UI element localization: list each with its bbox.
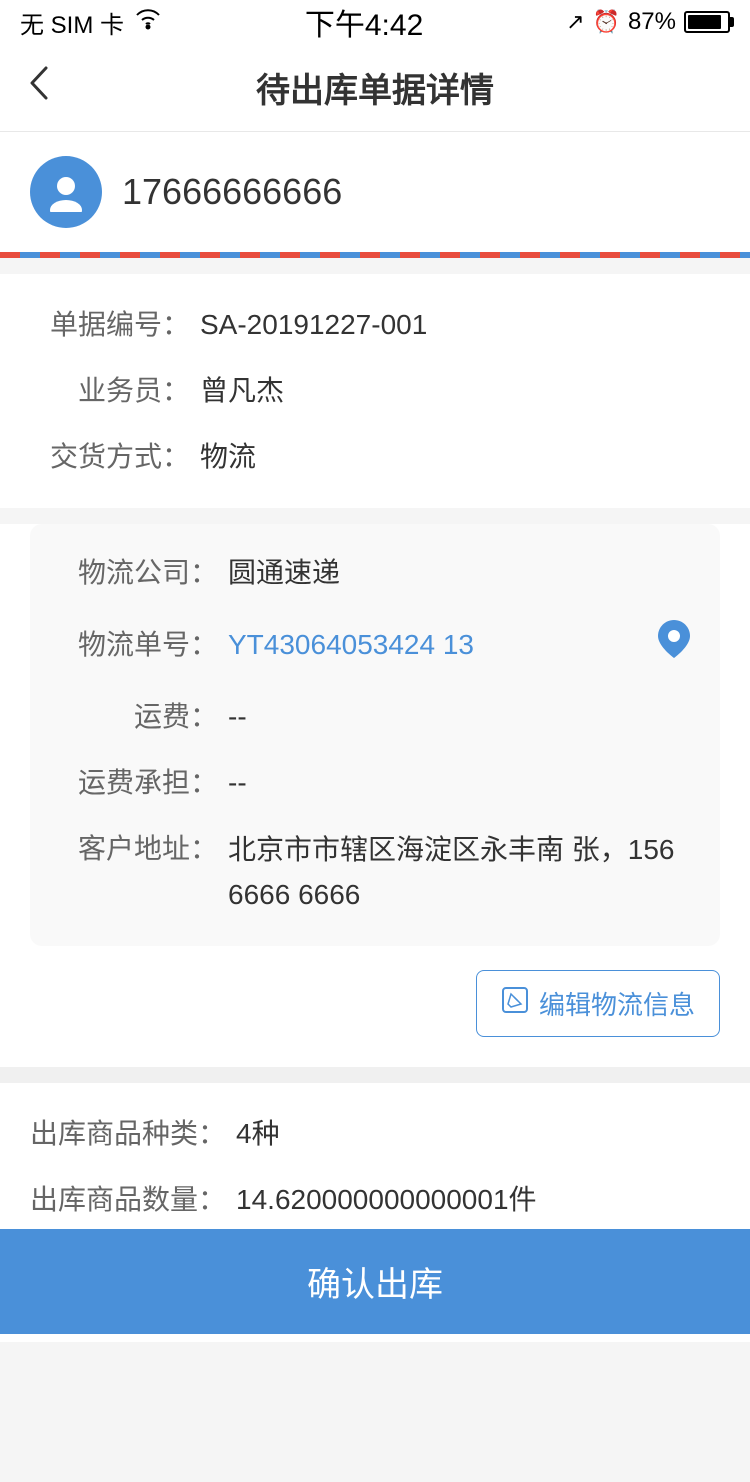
confirm-area: 确认出库 [0, 1229, 750, 1334]
edit-logistics-button[interactable]: 编辑物流信息 [476, 970, 720, 1037]
delivery-label: 交货方式： [30, 436, 190, 478]
address-label: 客户地址： [58, 828, 218, 870]
freight-bear-label: 运费承担： [58, 762, 218, 804]
location-icon: ↗ [566, 9, 584, 35]
user-header: 17666666666 [0, 132, 750, 252]
category-label: 出库商品种类： [30, 1113, 226, 1155]
back-button[interactable] [28, 64, 50, 111]
address-value: 北京市市辖区海淀区永丰南 张，156 6666 6666 [228, 828, 692, 918]
delivery-value: 物流 [200, 436, 720, 478]
confirm-button[interactable]: 确认出库 [0, 1257, 750, 1306]
battery-icon [684, 11, 730, 33]
edit-action-row: 编辑物流信息 [30, 946, 720, 1037]
document-row: 单据编号： SA-20191227-001 [30, 304, 720, 346]
company-value: 圆通速递 [228, 552, 692, 594]
logistics-section: 物流公司： 圆通速递 物流单号： YT43064053424 13 运费： --… [0, 524, 750, 1067]
quantity-row: 出库商品数量： 14.620000000000001件 [30, 1179, 720, 1221]
nav-bar: 待出库单据详情 [0, 44, 750, 132]
freight-value: -- [228, 696, 692, 738]
status-left: 无 SIM 卡 [20, 5, 162, 40]
edit-icon [501, 986, 529, 1021]
dashed-divider [0, 252, 750, 258]
battery-label: 87% [628, 8, 676, 36]
map-pin-icon[interactable] [656, 618, 692, 672]
alarm-icon: ⏰ [593, 9, 620, 35]
company-label: 物流公司： [58, 552, 218, 594]
avatar [30, 156, 102, 228]
address-row: 客户地址： 北京市市辖区海淀区永丰南 张，156 6666 6666 [58, 828, 692, 918]
tracking-row: 物流单号： YT43064053424 13 [58, 618, 692, 672]
user-phone: 17666666666 [122, 171, 342, 213]
quantity-value: 14.620000000000001件 [236, 1179, 720, 1221]
document-label: 单据编号： [30, 304, 190, 346]
tracking-value: YT43064053424 13 [228, 624, 642, 666]
wifi-icon [134, 8, 162, 37]
freight-bear-value: -- [228, 762, 692, 804]
document-value: SA-20191227-001 [200, 304, 720, 346]
salesman-row: 业务员： 曾凡杰 [30, 370, 720, 412]
tracking-label: 物流单号： [58, 624, 218, 666]
category-row: 出库商品种类： 4种 [30, 1113, 720, 1155]
freight-bear-row: 运费承担： -- [58, 762, 692, 804]
logistics-card: 物流公司： 圆通速递 物流单号： YT43064053424 13 运费： --… [30, 524, 720, 946]
category-value: 4种 [236, 1113, 720, 1155]
edit-logistics-label: 编辑物流信息 [539, 985, 695, 1022]
page-title: 待出库单据详情 [256, 63, 494, 112]
quantity-label: 出库商品数量： [30, 1179, 226, 1221]
status-bar: 无 SIM 卡 下午4:42 ↗ ⏰ 87% [0, 0, 750, 44]
delivery-row: 交货方式： 物流 [30, 436, 720, 478]
time-label: 下午4:42 [305, 0, 423, 44]
section-divider [0, 1067, 750, 1083]
basic-info-section: 单据编号： SA-20191227-001 业务员： 曾凡杰 交货方式： 物流 [0, 274, 750, 508]
salesman-label: 业务员： [30, 370, 190, 412]
freight-row: 运费： -- [58, 696, 692, 738]
status-right: ↗ ⏰ 87% [566, 8, 730, 36]
company-row: 物流公司： 圆通速递 [58, 552, 692, 594]
freight-label: 运费： [58, 696, 218, 738]
carrier-label: 无 SIM 卡 [20, 5, 124, 40]
salesman-value: 曾凡杰 [200, 370, 720, 412]
